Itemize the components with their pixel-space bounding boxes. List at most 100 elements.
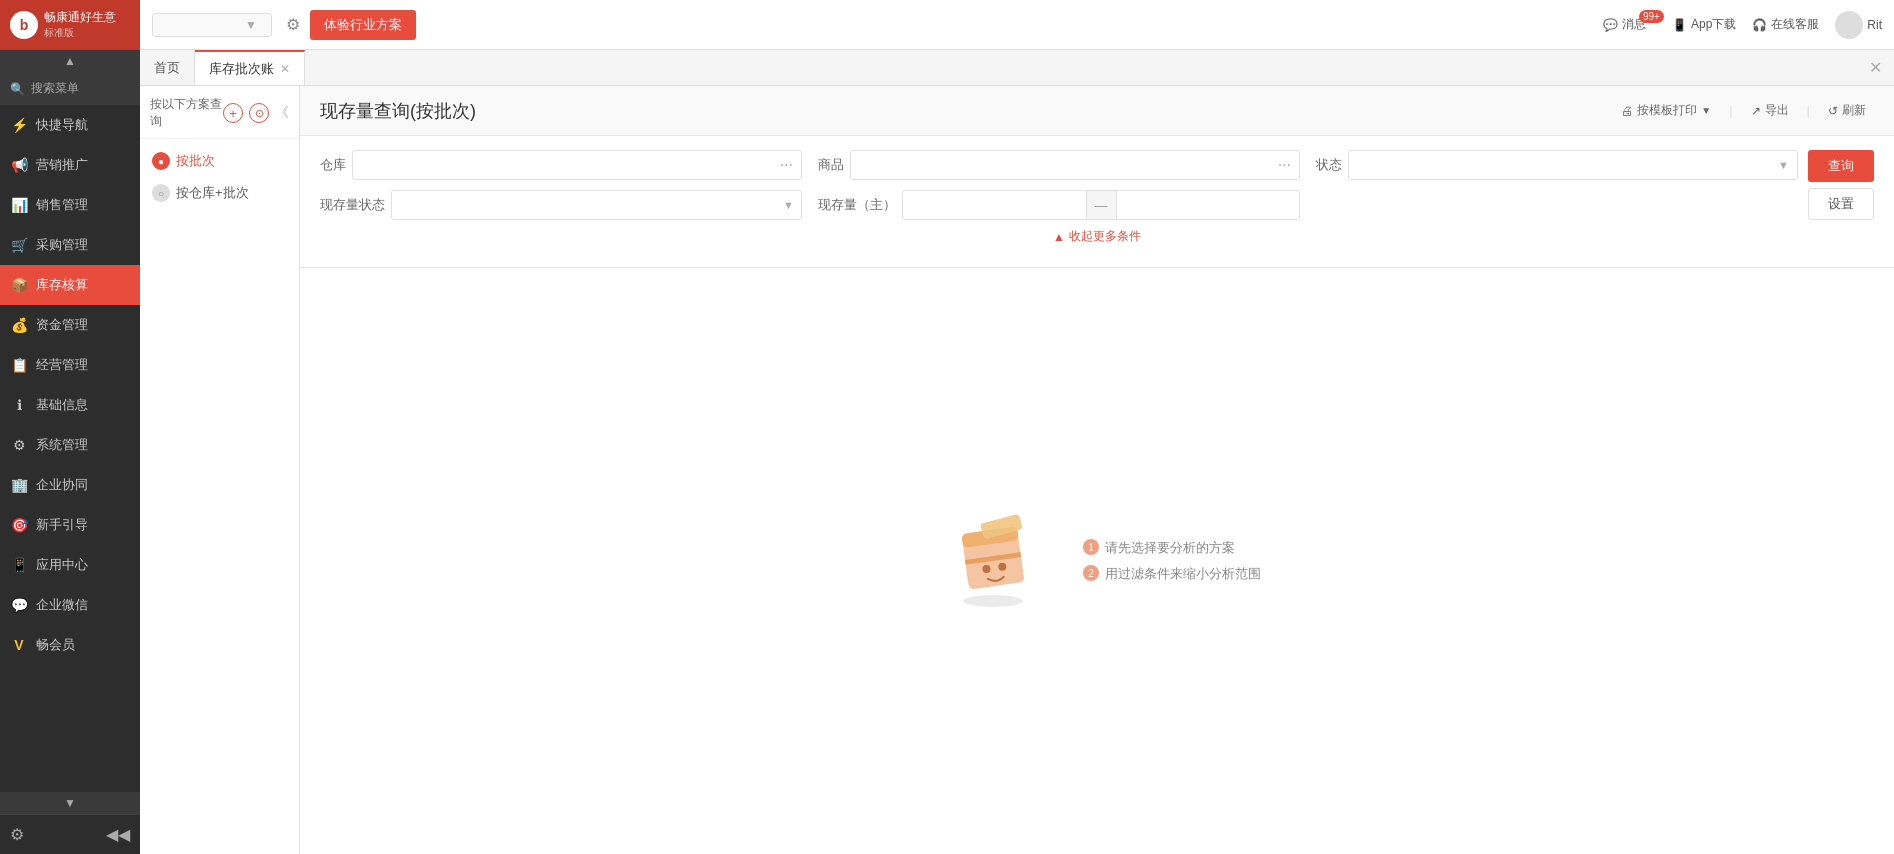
- print-label: 按模板打印: [1637, 102, 1697, 119]
- search-icon: 🔍: [10, 82, 25, 96]
- inv-qty-filter: 现存量（主） —: [818, 190, 1300, 220]
- inv-qty-dash: —: [1087, 190, 1116, 220]
- new-guide-label: 新手引导: [36, 516, 88, 534]
- empty-step1: 1 请先选择要分析的方案: [1083, 539, 1261, 557]
- sidebar-item-operations[interactable]: 📋 经营管理: [0, 345, 140, 385]
- export-btn[interactable]: ↗ 导出: [1743, 98, 1797, 123]
- query-actions: 查询 设置: [1808, 150, 1874, 220]
- inv-qty-range: —: [902, 190, 1300, 220]
- user-area[interactable]: Rit: [1835, 11, 1882, 39]
- status-label: 状态: [1316, 156, 1342, 174]
- app-title-block: 畅康通好生意 标准版: [44, 10, 116, 40]
- sidebar-item-inventory[interactable]: 📦 库存核算: [0, 265, 140, 305]
- inventory-icon: 📦: [10, 276, 28, 294]
- scheme-item-batch[interactable]: ● 按批次: [140, 145, 299, 177]
- topbar-search-dropdown-icon[interactable]: ▼: [245, 18, 257, 32]
- basic-info-label: 基础信息: [36, 396, 88, 414]
- message-btn[interactable]: 💬 消息 99+: [1603, 16, 1656, 33]
- product-input[interactable]: ···: [850, 150, 1300, 180]
- sidebar-item-new-guide[interactable]: 🎯 新手引导: [0, 505, 140, 545]
- sidebar-item-enterprise-wechat[interactable]: 💬 企业微信: [0, 585, 140, 625]
- left-panel-title: 按以下方案查询: [150, 96, 223, 130]
- empty-step2: 2 用过滤条件来缩小分析范围: [1083, 565, 1261, 583]
- app-edition: 标准版: [44, 26, 116, 40]
- status-chevron-icon: ▼: [1778, 159, 1789, 171]
- purchase-icon: 🛒: [10, 236, 28, 254]
- sidebar-item-basic-info[interactable]: ℹ 基础信息: [0, 385, 140, 425]
- scheme-dot-active: ●: [152, 152, 170, 170]
- scroll-down-btn[interactable]: ▼: [0, 792, 140, 814]
- page-title: 现存量查询(按批次): [320, 99, 476, 123]
- user-avatar: [1835, 11, 1863, 39]
- inv-qty-max-input[interactable]: [1116, 190, 1301, 220]
- experience-btn[interactable]: 体验行业方案: [310, 10, 416, 40]
- sidebar-nav: ⚡ 快捷导航 📢 营销推广 📊 销售管理 🛒 采购管理 📦 库存核算 💰 资金管…: [0, 105, 140, 792]
- status-input[interactable]: ▼: [1348, 150, 1798, 180]
- inv-status-filter: 现存量状态 ▼: [320, 190, 802, 220]
- warehouse-filter: 仓库 ···: [320, 150, 802, 180]
- scheme-gear-btn[interactable]: ⊙: [249, 103, 269, 123]
- enterprise-wechat-label: 企业微信: [36, 596, 88, 614]
- sidebar-item-marketing[interactable]: 📢 营销推广: [0, 145, 140, 185]
- page-header: 现存量查询(按批次) 🖨 按模板打印 ▼ | ↗ 导出 | ↺: [300, 86, 1894, 136]
- sidebar: b 畅康通好生意 标准版 ▲ 🔍 搜索菜单 ⚡ 快捷导航 📢 营销推广 📊 销售…: [0, 0, 140, 854]
- tab-home[interactable]: 首页: [140, 50, 195, 85]
- topbar-search-input[interactable]: [161, 18, 241, 32]
- operations-icon: 📋: [10, 356, 28, 374]
- print-btn[interactable]: 🖨 按模板打印 ▼: [1613, 98, 1719, 123]
- sidebar-item-vip[interactable]: V 畅会员: [0, 625, 140, 665]
- sidebar-item-quick-nav[interactable]: ⚡ 快捷导航: [0, 105, 140, 145]
- app-download-btn[interactable]: 📱 App下载: [1672, 16, 1736, 33]
- sidebar-item-enterprise[interactable]: 🏢 企业协同: [0, 465, 140, 505]
- settings-footer-btn[interactable]: ⚙: [10, 825, 24, 844]
- empty-illustration: [933, 501, 1053, 621]
- scheme-item-warehouse-batch[interactable]: ○ 按仓库+批次: [140, 177, 299, 209]
- query-btn[interactable]: 查询: [1808, 150, 1874, 182]
- app-name: 畅康通好生意: [44, 10, 116, 26]
- add-scheme-btn[interactable]: +: [223, 103, 243, 123]
- marketing-icon: 📢: [10, 156, 28, 174]
- vip-icon: V: [10, 636, 28, 654]
- scroll-up-btn[interactable]: ▲: [0, 50, 140, 72]
- enterprise-wechat-icon: 💬: [10, 596, 28, 614]
- inventory-label: 库存核算: [36, 276, 88, 294]
- enterprise-label: 企业协同: [36, 476, 88, 494]
- refresh-icon: ↺: [1828, 104, 1838, 118]
- collapse-up-icon: ▲: [1053, 230, 1065, 244]
- tab-close-btn[interactable]: ✕: [280, 62, 290, 76]
- collapse-sidebar-btn[interactable]: ◀◀: [106, 825, 130, 844]
- online-service-btn[interactable]: 🎧 在线客服: [1752, 16, 1819, 33]
- inv-qty-min-input[interactable]: [902, 190, 1087, 220]
- inv-status-select[interactable]: [391, 190, 802, 220]
- system-icon: ⚙: [10, 436, 28, 454]
- refresh-label: 刷新: [1842, 102, 1866, 119]
- print-dropdown-icon[interactable]: ▼: [1701, 105, 1711, 116]
- topbar: ▼ ⚙ 体验行业方案 💬 消息 99+ 📱 App下载 🎧 在线客服 Rit: [140, 0, 1894, 50]
- topbar-search-area[interactable]: ▼: [152, 13, 272, 37]
- sidebar-item-finance[interactable]: 💰 资金管理: [0, 305, 140, 345]
- sidebar-item-app-center[interactable]: 📱 应用中心: [0, 545, 140, 585]
- basic-info-icon: ℹ: [10, 396, 28, 414]
- scheme-dot-inactive: ○: [152, 184, 170, 202]
- filter-area: 仓库 ··· 商品 ···: [300, 136, 1894, 268]
- sidebar-item-sales[interactable]: 📊 销售管理: [0, 185, 140, 225]
- empty-text: 1 请先选择要分析的方案 2 用过滤条件来缩小分析范围: [1083, 535, 1261, 587]
- warehouse-input[interactable]: ···: [352, 150, 802, 180]
- finance-icon: 💰: [10, 316, 28, 334]
- collapse-left-btn[interactable]: 《: [275, 104, 289, 122]
- export-label: 导出: [1765, 102, 1789, 119]
- left-panel-header: 按以下方案查询 + ⊙ 《: [140, 86, 299, 139]
- settings-btn[interactable]: 设置: [1808, 188, 1874, 220]
- refresh-btn[interactable]: ↺ 刷新: [1820, 98, 1874, 123]
- headset-icon: 🎧: [1752, 18, 1767, 32]
- sidebar-item-purchase[interactable]: 🛒 采购管理: [0, 225, 140, 265]
- tab-inventory-batch[interactable]: 库存批次账 ✕: [195, 50, 305, 85]
- collapse-more-btn[interactable]: ▲ 收起更多条件: [320, 220, 1874, 253]
- search-menu-item[interactable]: 🔍 搜索菜单: [0, 72, 140, 105]
- scheme-label-batch: 按批次: [176, 152, 215, 170]
- sidebar-item-system[interactable]: ⚙ 系统管理: [0, 425, 140, 465]
- left-panel: 按以下方案查询 + ⊙ 《 ● 按批次 ○ 按仓库+批次: [140, 86, 300, 854]
- panel-close-btn[interactable]: ✕: [1857, 58, 1894, 77]
- status-filter: 状态 ▼: [1316, 150, 1798, 180]
- topbar-gear-icon[interactable]: ⚙: [286, 15, 300, 34]
